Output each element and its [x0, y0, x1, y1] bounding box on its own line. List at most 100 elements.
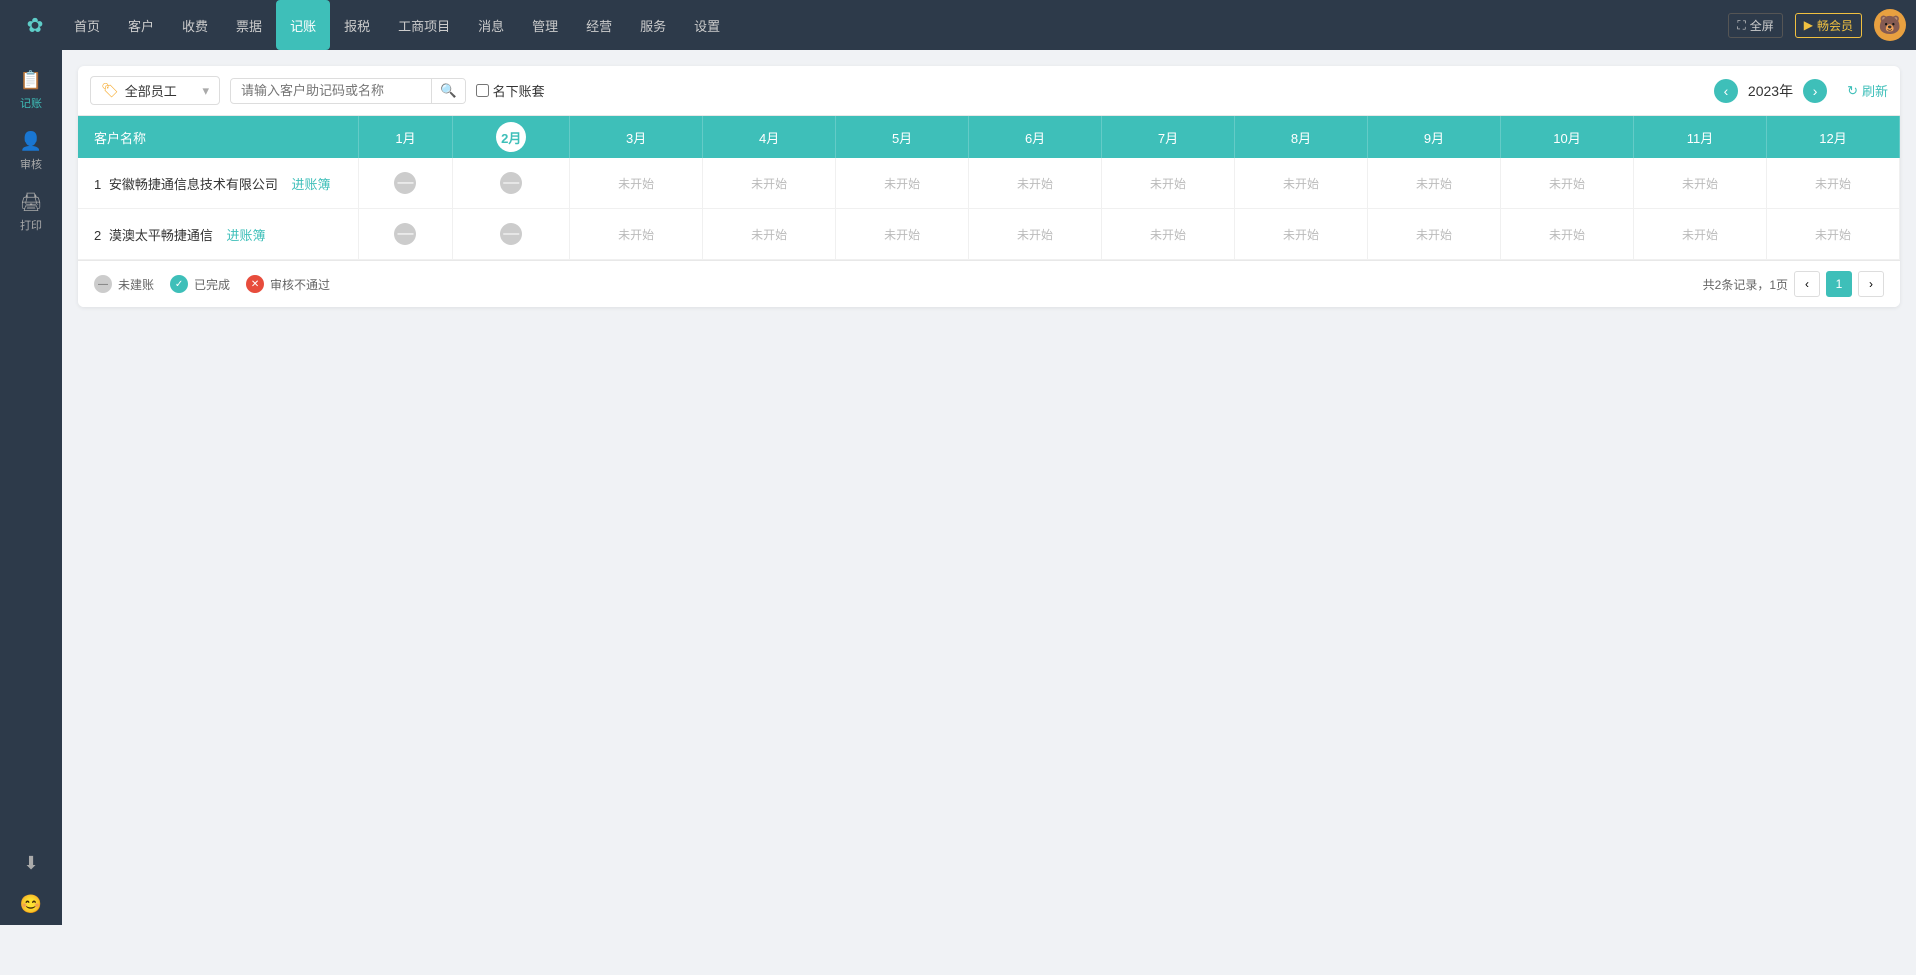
table-row: 1 安徽畅捷通信息技术有限公司 进账簿 — — 未开始 未开始 未开始 未开始 未开始 未开始…	[78, 158, 1900, 209]
col-header-sep: 9月	[1368, 116, 1501, 158]
client-name: 安徽畅捷通信息技术有限公司	[109, 177, 278, 192]
legend-completed: ✓ 已完成	[170, 275, 230, 293]
sidebar-item-audit[interactable]: 👤 审核	[0, 121, 62, 182]
not-started-text: 未开始	[1283, 177, 1319, 191]
month-cell-12: 未开始	[1766, 158, 1899, 209]
next-page-button[interactable]: ›	[1858, 271, 1884, 297]
nav-item-tax[interactable]: 报税	[330, 0, 384, 50]
month-cell-8: 未开始	[1235, 158, 1368, 209]
not-started-text: 未开始	[1416, 228, 1452, 242]
month-cell-5: 未开始	[836, 209, 969, 260]
next-year-button[interactable]: ›	[1803, 79, 1827, 103]
nav-item-invoice[interactable]: 票据	[222, 0, 276, 50]
toolbar: 🏷 全部员工 ▾ 🔍 名下账套 ‹ 2023年 › ↻ 刷新	[78, 66, 1900, 116]
not-started-text: 未开始	[751, 228, 787, 242]
not-started-text: 未开始	[751, 177, 787, 191]
employee-select-value: 全部员工	[125, 81, 177, 100]
fullscreen-button[interactable]: ⛶ 全屏	[1728, 13, 1782, 38]
fullscreen-label: 全屏	[1750, 17, 1774, 34]
employee-select[interactable]: 🏷 全部员工 ▾	[90, 76, 220, 105]
user-icon: 😊	[20, 894, 42, 915]
prev-page-button[interactable]: ‹	[1794, 271, 1820, 297]
content-card: 🏷 全部员工 ▾ 🔍 名下账套 ‹ 2023年 › ↻ 刷新	[78, 66, 1900, 307]
page-1-button[interactable]: 1	[1826, 271, 1852, 297]
month-cell-7: 未开始	[1102, 158, 1235, 209]
nav-item-settings[interactable]: 设置	[680, 0, 734, 50]
search-input[interactable]	[231, 79, 431, 102]
print-icon: 🖨	[20, 192, 43, 213]
month-cell-4: 未开始	[703, 209, 836, 260]
sidebar-label-bookkeeping: 记账	[20, 95, 42, 111]
logo: ✿	[10, 13, 60, 38]
legend-rejected: ✕ 审核不通过	[246, 275, 330, 293]
main-content: 🏷 全部员工 ▾ 🔍 名下账套 ‹ 2023年 › ↻ 刷新	[62, 50, 1916, 925]
not-started-circle: —	[394, 172, 416, 194]
my-accounts-checkbox[interactable]	[476, 84, 489, 97]
nav-item-bookkeeping[interactable]: 记账	[276, 0, 330, 50]
enter-ledger-link[interactable]: 进账簿	[227, 228, 266, 243]
nav-item-manage[interactable]: 管理	[518, 0, 572, 50]
nav-right: ⛶ 全屏 ▶ 畅会员 🐻	[1728, 9, 1906, 41]
sidebar-item-print[interactable]: 🖨 打印	[0, 182, 62, 243]
refresh-icon: ↻	[1847, 83, 1858, 99]
nav-item-service[interactable]: 服务	[626, 0, 680, 50]
nav-item-message[interactable]: 消息	[464, 0, 518, 50]
audit-icon: 👤	[20, 131, 42, 152]
col-header-dec: 12月	[1766, 116, 1899, 158]
sidebar-item-user[interactable]: 😊	[20, 884, 42, 925]
enter-ledger-link[interactable]: 进账簿	[292, 177, 331, 192]
nav-item-client[interactable]: 客户	[114, 0, 168, 50]
sidebar: 📋 记账 👤 审核 🖨 打印 ⬇ 😊	[0, 50, 62, 925]
month-cell-2: —	[453, 209, 570, 260]
col-header-may: 5月	[836, 116, 969, 158]
vip-icon: ▶	[1804, 18, 1813, 32]
prev-year-button[interactable]: ‹	[1714, 79, 1738, 103]
nav-item-fee[interactable]: 收费	[168, 0, 222, 50]
search-button[interactable]: 🔍	[431, 79, 465, 103]
year-nav: ‹ 2023年 ›	[1714, 79, 1827, 103]
month-cell-6: 未开始	[969, 209, 1102, 260]
month-cell-9: 未开始	[1368, 209, 1501, 260]
nav-item-operation[interactable]: 经营	[572, 0, 626, 50]
month-cell-1: —	[358, 158, 453, 209]
sidebar-item-download[interactable]: ⬇	[20, 843, 42, 884]
not-started-text: 未开始	[1283, 228, 1319, 242]
not-started-text: 未开始	[1017, 228, 1053, 242]
month-cell-9: 未开始	[1368, 158, 1501, 209]
col-header-aug: 8月	[1235, 116, 1368, 158]
sidebar-label-audit: 审核	[20, 156, 42, 172]
nav-items: 首页 客户 收费 票据 记账 报税 工商项目 消息 管理 经营 服务 设置	[60, 0, 1728, 50]
sidebar-bottom: ⬇ 😊	[20, 843, 42, 925]
client-name-cell: 2 漠澳太平畅捷通信 进账簿	[78, 209, 358, 260]
current-month-circle: 2月	[496, 122, 526, 152]
col-header-jul: 7月	[1102, 116, 1235, 158]
month-cell-12: 未开始	[1766, 209, 1899, 260]
checkbox-label[interactable]: 名下账套	[476, 81, 545, 100]
chevron-down-icon: ▾	[202, 83, 209, 99]
avatar[interactable]: 🐻	[1874, 9, 1906, 41]
refresh-label: 刷新	[1862, 81, 1888, 100]
search-input-wrap: 🔍	[230, 78, 466, 104]
vip-label: 畅会员	[1817, 17, 1853, 34]
nav-item-home[interactable]: 首页	[60, 0, 114, 50]
month-cell-7: 未开始	[1102, 209, 1235, 260]
refresh-button[interactable]: ↻ 刷新	[1847, 81, 1888, 100]
not-started-text: 未开始	[1549, 177, 1585, 191]
download-icon: ⬇	[23, 853, 38, 874]
not-started-text: 未开始	[884, 177, 920, 191]
not-started-circle: —	[500, 223, 522, 245]
client-name-cell: 1 安徽畅捷通信息技术有限公司 进账簿	[78, 158, 358, 209]
not-started-text: 未开始	[884, 228, 920, 242]
month-cell-1: —	[358, 209, 453, 260]
col-header-name: 客户名称	[78, 116, 358, 158]
nav-item-business[interactable]: 工商项目	[384, 0, 464, 50]
not-started-text: 未开始	[1682, 177, 1718, 191]
vip-button[interactable]: ▶ 畅会员	[1795, 13, 1862, 38]
month-cell-10: 未开始	[1501, 209, 1634, 260]
not-started-text: 未开始	[1815, 177, 1851, 191]
month-cell-2: —	[453, 158, 570, 209]
not-started-text: 未开始	[1682, 228, 1718, 242]
client-name: 漠澳太平畅捷通信	[109, 228, 213, 243]
not-started-text: 未开始	[1017, 177, 1053, 191]
sidebar-item-bookkeeping[interactable]: 📋 记账	[0, 60, 62, 121]
